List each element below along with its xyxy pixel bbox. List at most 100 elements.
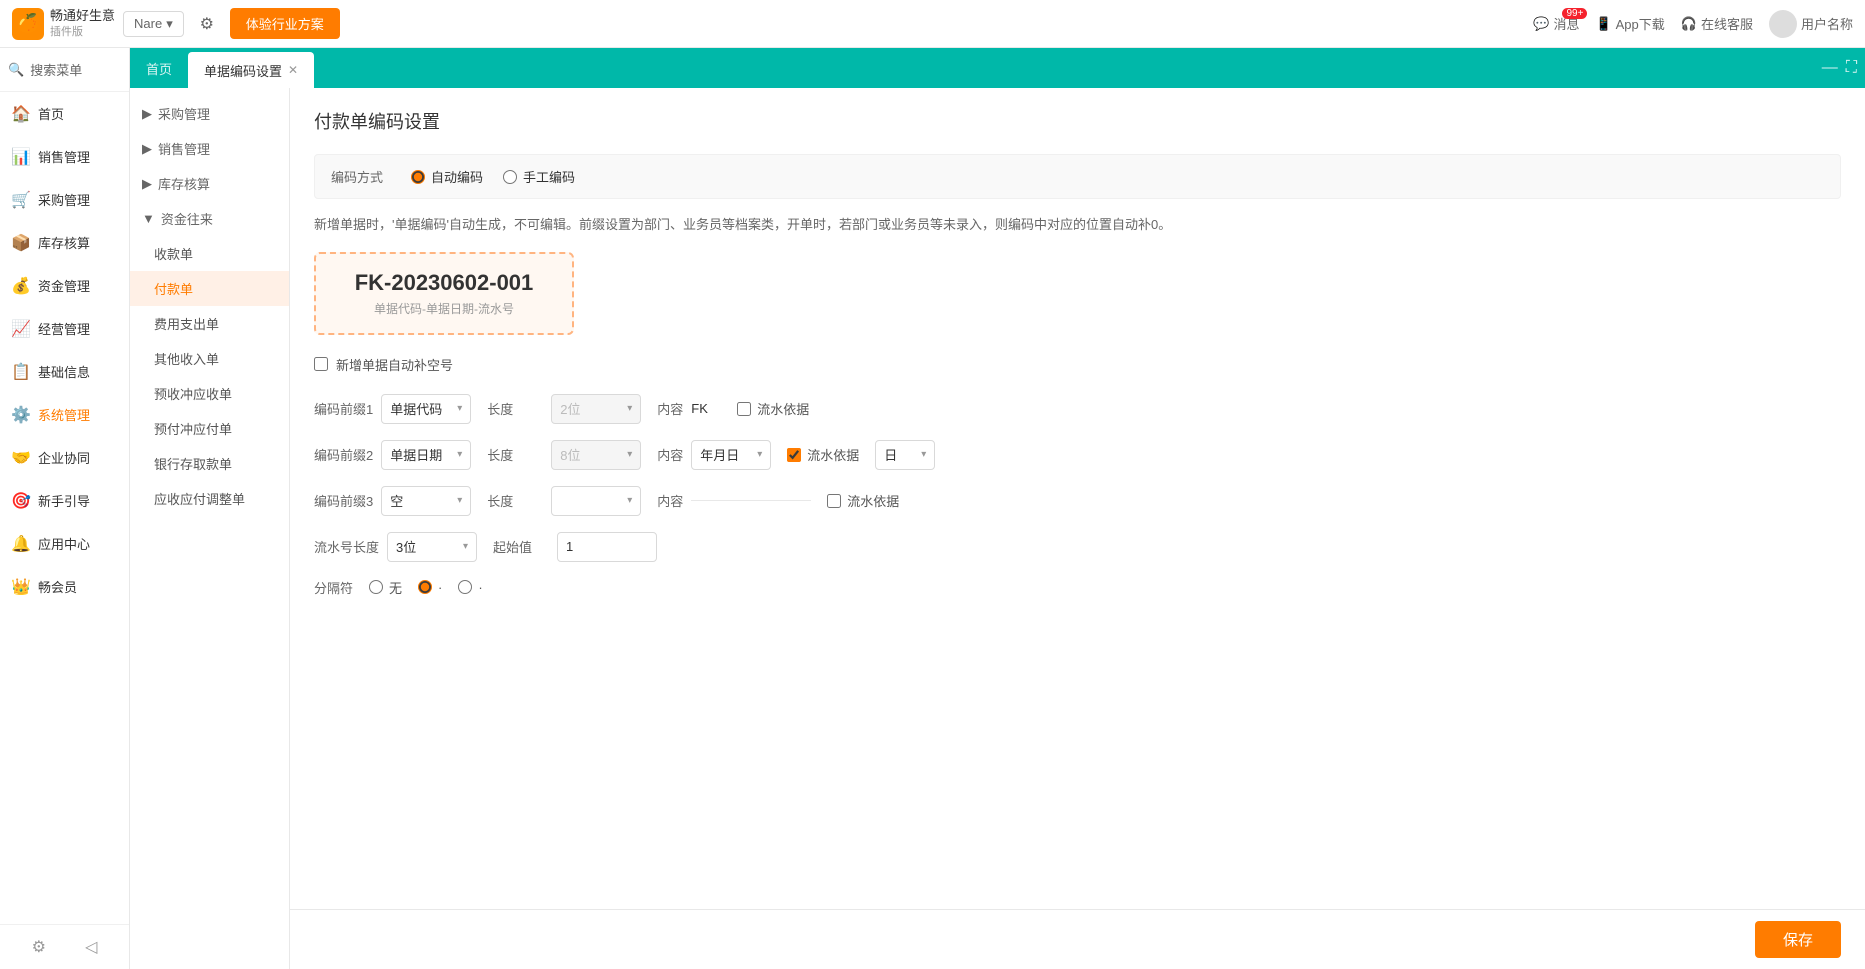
manual-encoding-label: 手工编码: [523, 167, 575, 186]
length1-select[interactable]: 2位 ▾: [551, 394, 641, 424]
settings-icon[interactable]: ⚙: [192, 9, 222, 39]
length3-select[interactable]: ▾: [551, 486, 641, 516]
sep-dot-option[interactable]: ·: [418, 580, 442, 595]
chevron-right-icon: ▶: [142, 176, 152, 192]
sidebar-item-label: 经营管理: [38, 319, 90, 338]
sub-item-bank[interactable]: 银行存取款单: [130, 446, 289, 481]
sidebar-item-label: 首页: [38, 104, 64, 123]
sidebar-item-home[interactable]: 🏠 首页: [0, 92, 129, 135]
stream3-checkbox[interactable]: 流水依据: [827, 491, 899, 510]
sidebar-item-finance[interactable]: 💰 资金管理: [0, 264, 129, 307]
separator-row: 分隔符 无 · ·: [314, 578, 1841, 597]
sidebar-item-sales[interactable]: 📊 销售管理: [0, 135, 129, 178]
serial-length-select[interactable]: 3位 ▾: [387, 532, 477, 562]
online-service-item[interactable]: 🎧 在线客服: [1681, 14, 1753, 33]
sidebar-item-inventory[interactable]: 📦 库存核算: [0, 221, 129, 264]
user-area[interactable]: 用户名称: [1769, 10, 1853, 38]
auto-encoding-radio[interactable]: [411, 170, 425, 184]
tab-document-encoding[interactable]: 单据编码设置 ✕: [188, 52, 314, 88]
stream1-checkbox[interactable]: 流水依据: [737, 399, 809, 418]
stream2-checkbox[interactable]: 流水依据: [787, 445, 859, 464]
sidebar-item-basic-info[interactable]: 📋 基础信息: [0, 350, 129, 393]
industry-button[interactable]: 体验行业方案: [230, 8, 340, 39]
top-bar: 🍊 畅通好生意 插件版 Nare ▾ ⚙ 体验行业方案 💬 消息 99+ 📱 A…: [0, 0, 1865, 48]
period-select[interactable]: 日 ▾: [875, 440, 935, 470]
sidebar-item-purchase[interactable]: 🛒 采购管理: [0, 178, 129, 221]
main-layout: 🔍 搜索菜单 🏠 首页 📊 销售管理 🛒 采购管理 📦 库存核算 💰 资金管理 …: [0, 48, 1865, 969]
chevron-down-icon: ▾: [757, 449, 762, 460]
chevron-down-icon: ▾: [463, 541, 468, 552]
serial-length-label: 流水号长度: [314, 537, 379, 556]
content2-select[interactable]: 年月日 ▾: [691, 440, 771, 470]
sub-group-purchase-header[interactable]: ▶ 采购管理: [130, 96, 289, 131]
logo-text: 畅通好生意: [50, 8, 115, 24]
sep-dot2-label: ·: [478, 580, 482, 595]
auto-encoding-label: 自动编码: [431, 167, 483, 186]
sidebar-item-member[interactable]: 👑 畅会员: [0, 565, 129, 608]
sub-item-expense[interactable]: 费用支出单: [130, 306, 289, 341]
stream3-label: 流水依据: [847, 491, 899, 510]
sub-item-other-income[interactable]: 其他收入单: [130, 341, 289, 376]
prefix2-select[interactable]: 单据日期 ▾: [381, 440, 471, 470]
prefix-row-2: 编码前缀2 单据日期 ▾ 长度 8位 ▾: [314, 440, 1841, 470]
sidebar-item-system[interactable]: ⚙️ 系统管理: [0, 393, 129, 436]
prefix1-select[interactable]: 单据代码 ▾: [381, 394, 471, 424]
collapse-icon[interactable]: ◁: [85, 937, 97, 957]
sub-group-sales-header[interactable]: ▶ 销售管理: [130, 131, 289, 166]
prefix-row-1: 编码前缀1 单据代码 ▾ 长度 2位 ▾: [314, 394, 1841, 424]
manual-encoding-radio[interactable]: [503, 170, 517, 184]
stream2-check[interactable]: [787, 448, 801, 462]
start-value-input[interactable]: [557, 532, 657, 562]
sidebar-bottom: ⚙ ◁: [0, 924, 129, 969]
save-button[interactable]: 保存: [1755, 921, 1841, 958]
auto-encoding-option[interactable]: 自动编码: [411, 167, 483, 186]
tab-close-icon[interactable]: ✕: [288, 63, 298, 77]
app-download-item[interactable]: 📱 App下载: [1595, 14, 1664, 33]
content1-field: 内容 FK: [657, 399, 721, 418]
sep-none-option[interactable]: 无: [369, 578, 402, 597]
prefix3-label: 编码前缀3: [314, 491, 373, 510]
sidebar-item-label: 新手引导: [38, 491, 90, 510]
sub-item-prepay-collect[interactable]: 预收冲应收单: [130, 376, 289, 411]
sidebar-item-label: 应用中心: [38, 534, 90, 553]
sub-item-adjust[interactable]: 应收应付调整单: [130, 481, 289, 516]
purchase-icon: 🛒: [12, 191, 30, 209]
sidebar-item-label: 系统管理: [38, 405, 90, 424]
sub-item-receipt[interactable]: 收款单: [130, 236, 289, 271]
manual-encoding-option[interactable]: 手工编码: [503, 167, 575, 186]
sub-item-prepay-pay[interactable]: 预付冲应付单: [130, 411, 289, 446]
auto-fill-checkbox[interactable]: [314, 357, 328, 371]
content3-label: 内容: [657, 491, 683, 510]
message-icon: 💬: [1533, 16, 1549, 32]
length2-select[interactable]: 8位 ▾: [551, 440, 641, 470]
home-icon: 🏠: [12, 105, 30, 123]
sub-group-inventory-header[interactable]: ▶ 库存核算: [130, 166, 289, 201]
search-icon: 🔍: [8, 62, 24, 78]
sep-none-radio[interactable]: [369, 580, 383, 594]
stream3-check[interactable]: [827, 494, 841, 508]
message-item[interactable]: 💬 消息 99+: [1533, 14, 1579, 33]
inventory-icon: 📦: [12, 234, 30, 252]
dropdown-button[interactable]: Nare ▾: [123, 11, 184, 37]
sidebar-item-app-center[interactable]: 🔔 应用中心: [0, 522, 129, 565]
sep-dot-radio[interactable]: [418, 580, 432, 594]
settings-bottom-icon[interactable]: ⚙: [32, 937, 46, 957]
sep-dot2-radio[interactable]: [458, 580, 472, 594]
tab-minimize-icon[interactable]: —: [1822, 59, 1838, 77]
stream1-check[interactable]: [737, 402, 751, 416]
tab-maximize-icon[interactable]: ⛶: [1846, 59, 1857, 77]
prefix3-select[interactable]: 空 ▾: [381, 486, 471, 516]
tab-home[interactable]: 首页: [130, 48, 188, 88]
sidebar-item-operations[interactable]: 📈 经营管理: [0, 307, 129, 350]
app-icon: 📱: [1595, 16, 1611, 32]
prefix-row-3: 编码前缀3 空 ▾ 长度 ▾: [314, 486, 1841, 516]
sidebar-search[interactable]: 🔍 搜索菜单: [0, 48, 129, 92]
prefix3-field: 编码前缀3 空 ▾: [314, 486, 471, 516]
sub-group-capital-header[interactable]: ▼ 资金往来: [130, 201, 289, 236]
sales-icon: 📊: [12, 148, 30, 166]
auto-fill-row: 新增单据自动补空号: [314, 355, 1841, 374]
sidebar-item-cooperation[interactable]: 🤝 企业协同: [0, 436, 129, 479]
sep-dot2-option[interactable]: ·: [458, 580, 482, 595]
sidebar-item-guide[interactable]: 🎯 新手引导: [0, 479, 129, 522]
sub-item-payment[interactable]: 付款单: [130, 271, 289, 306]
